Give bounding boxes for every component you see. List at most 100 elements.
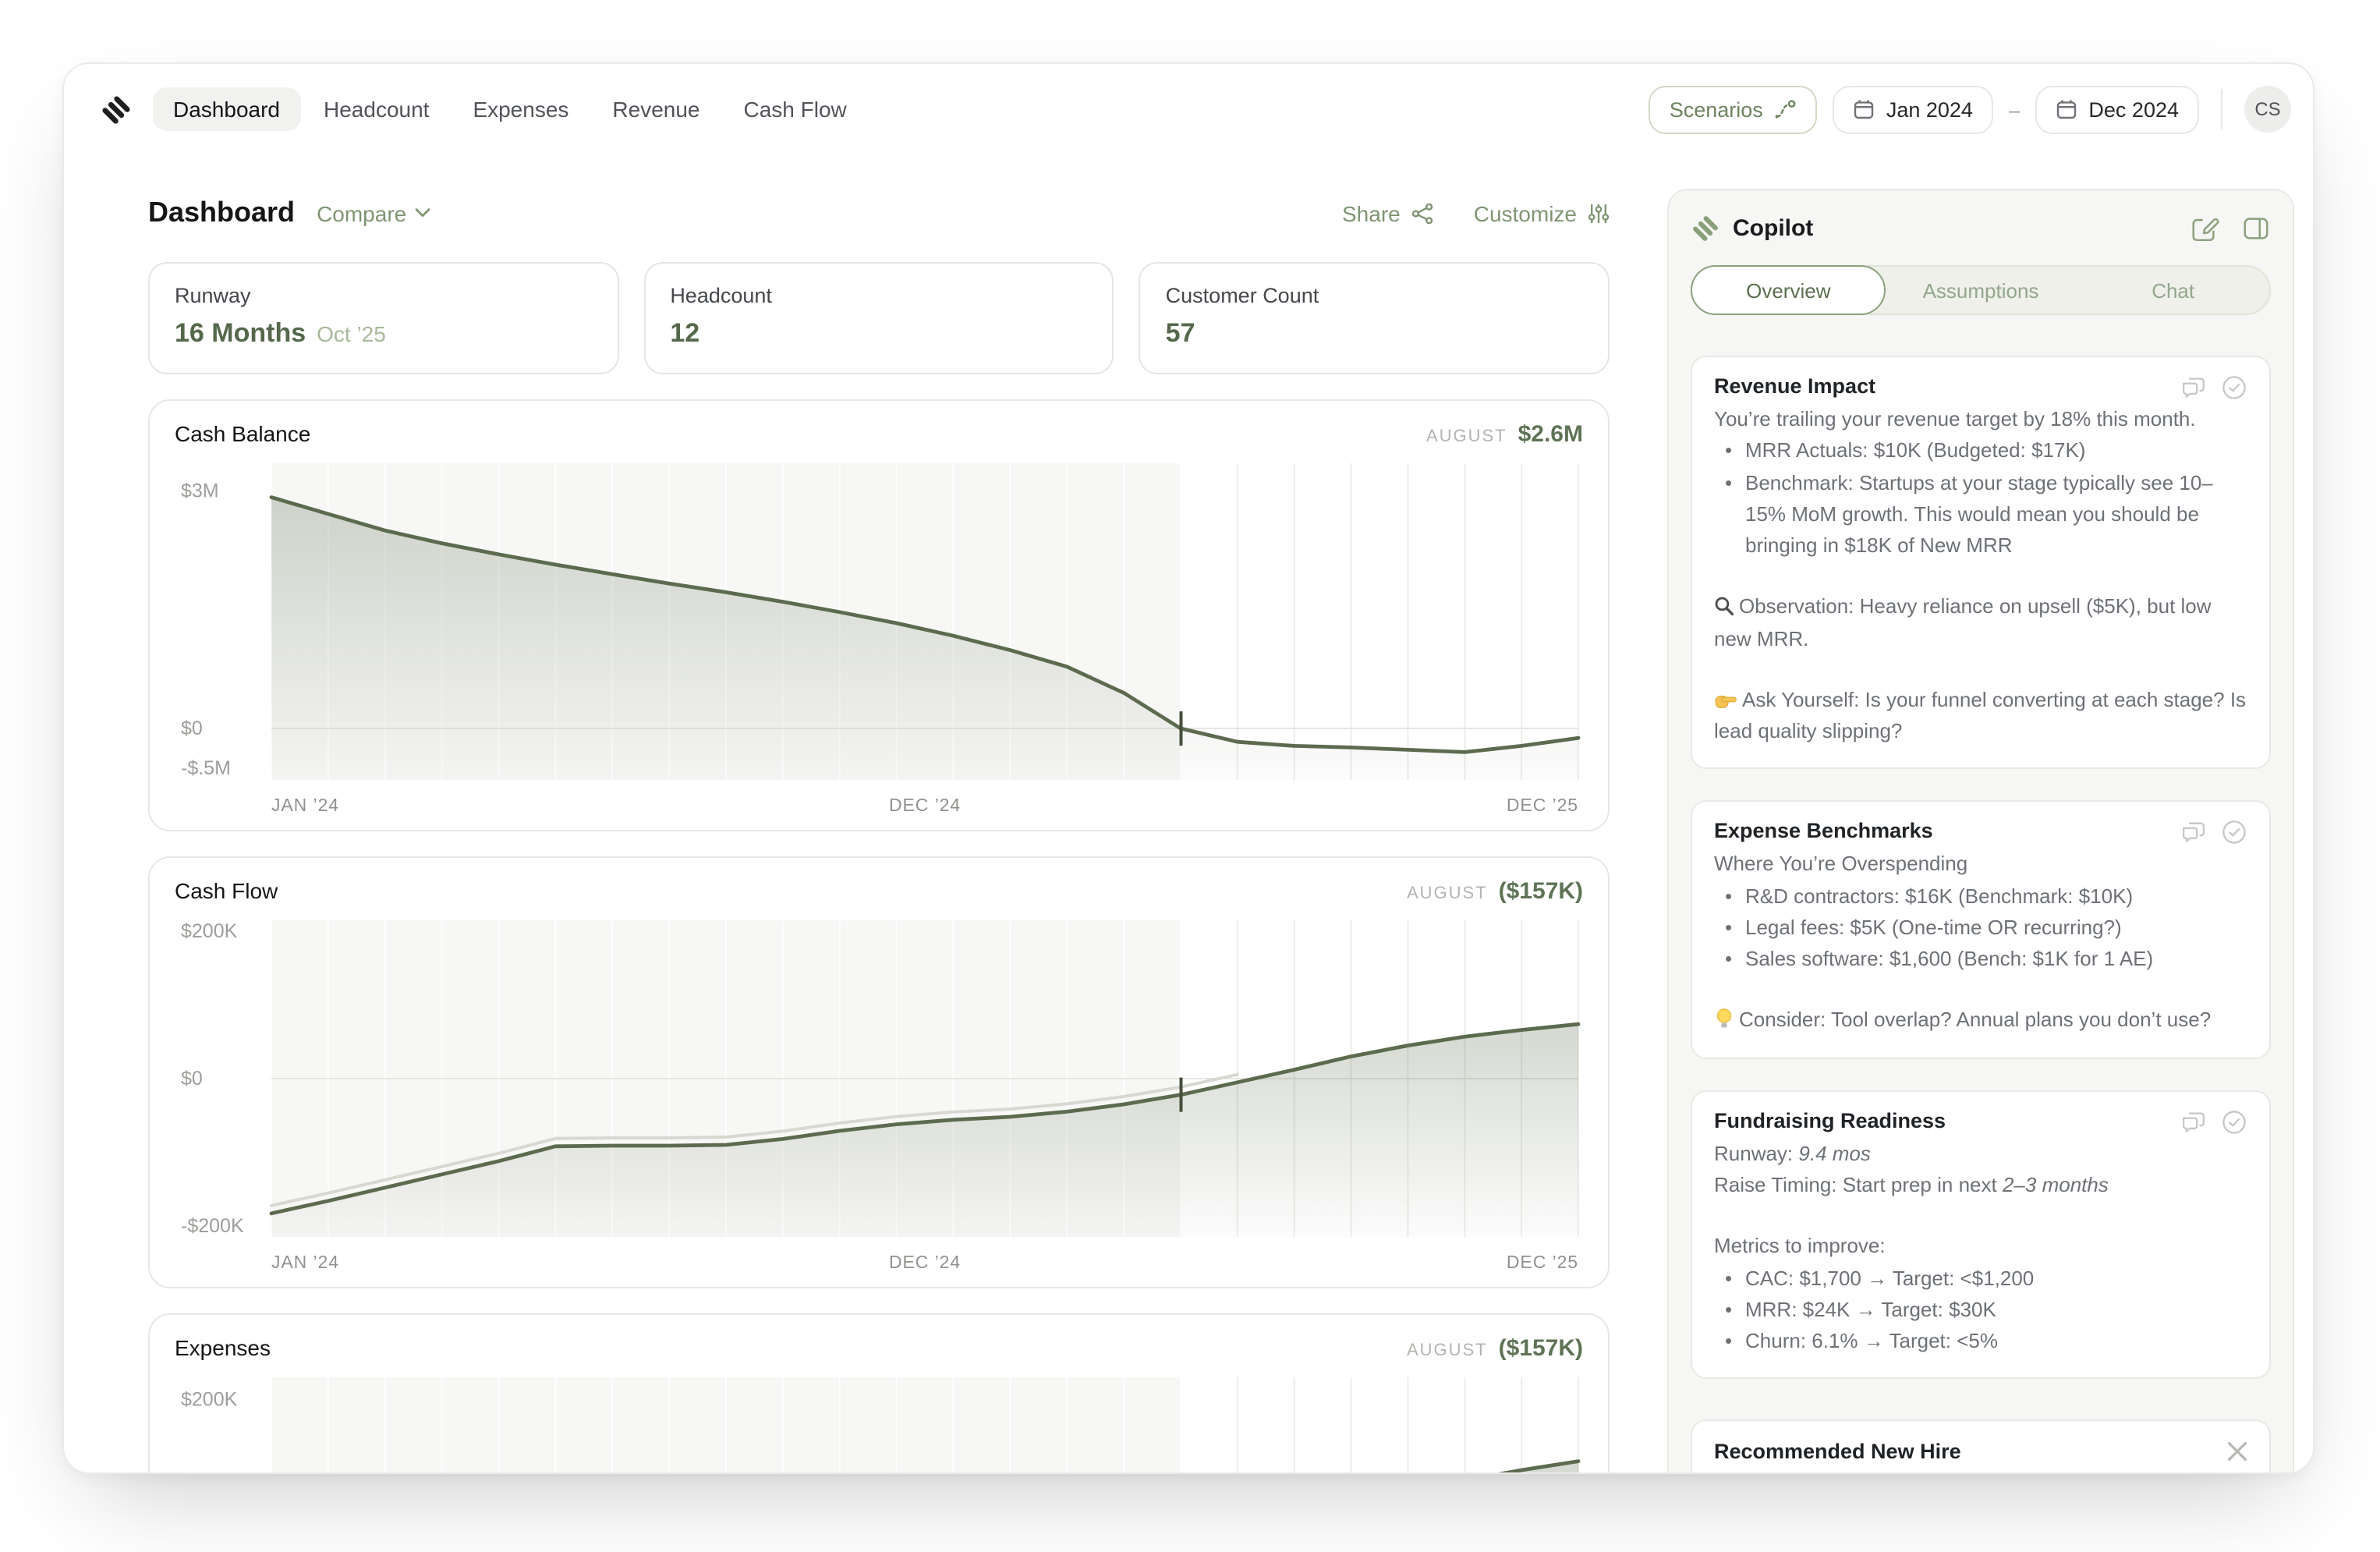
stat-value-row: 57 — [1166, 318, 1583, 349]
bullet-item: •Sales software: $1,600 (Bench: $1K for … — [1714, 944, 2247, 976]
head-actions: Share Customize — [1342, 200, 1610, 225]
scenarios-button[interactable]: Scenarios — [1649, 85, 1818, 133]
svg-text:DEC ’25: DEC ’25 — [1507, 795, 1578, 815]
tab-chat[interactable]: Chat — [2077, 267, 2269, 314]
user-avatar[interactable]: CS — [2244, 86, 2291, 133]
recommended-header: Recommended New Hire — [1714, 1440, 2247, 1464]
chart-current-value: AUGUST ($157K) — [1407, 1335, 1583, 1362]
bullet-dot: • — [1725, 467, 1745, 562]
cash-flow-chart[interactable]: $200K$0-$200KJAN ’24DEC ’24DEC ’25 — [172, 914, 1586, 1277]
bullet-dot: • — [1725, 881, 1745, 912]
chart-period-label: AUGUST — [1407, 1341, 1488, 1360]
stat-card-headcount[interactable]: Headcount12 — [643, 262, 1114, 374]
nav-item-expenses[interactable]: Expenses — [452, 87, 589, 131]
content: Dashboard Compare Share — [64, 154, 2313, 1472]
ai-card-title: Expense Benchmarks — [1714, 820, 1933, 843]
chart-current-value: AUGUST ($157K) — [1407, 878, 1583, 905]
check-circle-icon[interactable] — [2221, 820, 2247, 846]
edit-icon[interactable] — [2190, 214, 2219, 243]
svg-text:$200K: $200K — [181, 920, 238, 942]
cash-balance-chart[interactable]: $3M$0-$.5MJAN ’24DEC ’24DEC ’25 — [172, 457, 1586, 820]
chart-header: Expenses AUGUST ($157K) — [150, 1315, 1608, 1365]
bullet-item: •MRR: $24K → Target: $30K — [1714, 1295, 2247, 1327]
nav-item-dashboard[interactable]: Dashboard — [153, 87, 300, 131]
chart-body: $200K$0-$200KJAN ’24DEC ’24DEC ’25 — [150, 908, 1608, 1287]
stat-card-runway[interactable]: Runway16 MonthsOct ’25 — [148, 262, 618, 374]
lightbulb-icon — [1714, 1008, 1734, 1030]
compare-dropdown[interactable]: Compare — [317, 200, 430, 225]
panel-toggle-icon[interactable] — [2241, 214, 2271, 243]
cash-flow-card: Cash Flow AUGUST ($157K) $200K$0-$200KJA… — [148, 856, 1610, 1288]
recommended-new-hire-card: Recommended New Hire Senior Account Exec… — [1691, 1420, 2271, 1472]
cash-balance-card: Cash Balance AUGUST $2.6M $3M$0-$.5MJAN … — [148, 399, 1610, 831]
date-start-button[interactable]: Jan 2024 — [1833, 85, 1993, 133]
copilot-panel: Copilot OverviewAssumptionsChat Revenue — [1667, 189, 2294, 1472]
chart-period-value: ($157K) — [1499, 1335, 1583, 1362]
expenses-chart[interactable]: $200K$0JAN ’24DEC ’24DEC ’25 — [172, 1371, 1586, 1472]
svg-text:JAN ’24: JAN ’24 — [271, 795, 339, 815]
bullet-item: •CAC: $1,700 → Target: <$1,200 — [1714, 1263, 2247, 1295]
bullet-dot: • — [1725, 944, 1745, 976]
paragraph: You’re trailing your revenue target by 1… — [1714, 404, 2247, 436]
tab-overview[interactable]: Overview — [1691, 265, 1886, 315]
nav-item-headcount[interactable]: Headcount — [303, 87, 449, 131]
stat-cards: Runway16 MonthsOct ’25Headcount12Custome… — [148, 262, 1610, 374]
ai-card-header: Revenue Impact — [1714, 374, 2247, 401]
chart-body: $3M$0-$.5MJAN ’24DEC ’24DEC ’25 — [150, 451, 1608, 830]
svg-text:JAN ’24: JAN ’24 — [271, 1252, 339, 1272]
bullet-item: •R&D contractors: $16K (Benchmark: $10K) — [1714, 881, 2247, 912]
bullet-item: •Legal fees: $5K (One-time OR recurring?… — [1714, 912, 2247, 944]
nav-item-cash-flow[interactable]: Cash Flow — [724, 87, 867, 131]
share-button[interactable]: Share — [1342, 200, 1433, 225]
chart-header: Cash Flow AUGUST ($157K) — [150, 858, 1608, 908]
bullet-dot: • — [1725, 436, 1745, 468]
bullet-text: R&D contractors: $16K (Benchmark: $10K) — [1745, 881, 2133, 912]
bullet-text: Benchmark: Startups at your stage typica… — [1745, 467, 2247, 562]
bullet-dot: • — [1725, 912, 1745, 944]
expenses-card: Expenses AUGUST ($157K) $200K$0JAN ’24DE… — [148, 1313, 1610, 1472]
topbar: DashboardHeadcountExpensesRevenueCash Fl… — [64, 64, 2313, 154]
svg-text:DEC ’24: DEC ’24 — [889, 795, 961, 815]
chart-title: Expenses — [175, 1335, 271, 1360]
paragraph: Metrics to improve: — [1714, 1231, 2247, 1263]
chevron-down-icon — [414, 207, 430, 218]
topbar-divider — [2221, 89, 2222, 129]
chart-body: $200K$0JAN ’24DEC ’24DEC ’25 — [150, 1365, 1608, 1472]
svg-text:$200K: $200K — [181, 1388, 238, 1410]
copilot-tabs: OverviewAssumptionsChat — [1691, 265, 2271, 315]
card-actions — [2180, 1108, 2247, 1135]
feedback-chat-icon[interactable] — [2180, 1108, 2207, 1135]
tab-assumptions[interactable]: Assumptions — [1885, 267, 2077, 314]
copilot-title: Copilot — [1733, 215, 1813, 242]
bullet-dot: • — [1725, 1295, 1745, 1327]
paragraph: Observation: Heavy reliance on upsell ($… — [1714, 592, 2247, 655]
chart-period-label: AUGUST — [1407, 884, 1488, 903]
bullet-text: Sales software: $1,600 (Bench: $1K for 1… — [1745, 944, 2153, 976]
svg-text:$0: $0 — [181, 1068, 203, 1090]
feedback-chat-icon[interactable] — [2180, 374, 2207, 401]
card-actions — [2180, 374, 2247, 401]
share-label: Share — [1342, 200, 1401, 225]
nav-item-revenue[interactable]: Revenue — [592, 87, 720, 131]
bullet-text: MRR: $24K → Target: $30K — [1745, 1295, 1996, 1327]
date-end-button[interactable]: Dec 2024 — [2035, 85, 2199, 133]
check-circle-icon[interactable] — [2221, 374, 2247, 401]
stat-card-customer-count[interactable]: Customer Count57 — [1139, 262, 1610, 374]
bullet-dot: • — [1725, 1263, 1745, 1295]
bullet-dot: • — [1725, 1326, 1745, 1358]
close-icon[interactable] — [2227, 1442, 2247, 1462]
ai-card-fundraising-readiness: Fundraising ReadinessRunway: 9.4 mosRais… — [1691, 1090, 2271, 1379]
chart-title: Cash Flow — [175, 878, 278, 903]
feedback-chat-icon[interactable] — [2180, 820, 2207, 846]
bullet-item: •Benchmark: Startups at your stage typic… — [1714, 467, 2247, 562]
ai-card-expense-benchmarks: Expense BenchmarksWhere You’re Overspend… — [1691, 801, 2271, 1059]
svg-text:DEC ’25: DEC ’25 — [1507, 1252, 1578, 1272]
avatar-initials: CS — [2254, 98, 2280, 120]
svg-text:DEC ’24: DEC ’24 — [889, 1252, 961, 1272]
pointing-hand-icon — [1714, 689, 1737, 710]
customize-button[interactable]: Customize — [1474, 200, 1610, 225]
check-circle-icon[interactable] — [2221, 1108, 2247, 1135]
stat-label: Headcount — [670, 284, 1087, 307]
spacer — [1714, 1202, 2247, 1231]
bullet-text: Churn: 6.1% → Target: <5% — [1745, 1326, 1998, 1358]
